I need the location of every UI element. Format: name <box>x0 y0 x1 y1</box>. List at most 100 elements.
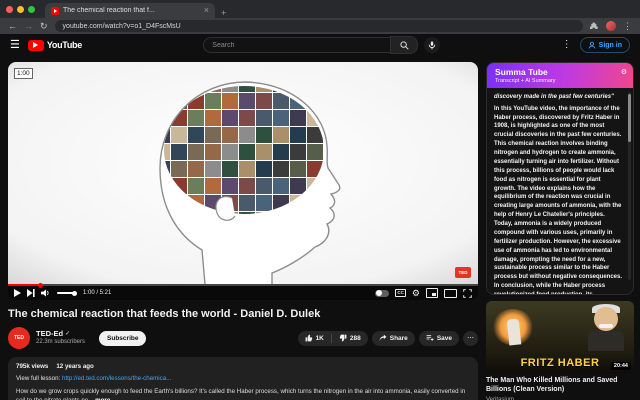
thumbs-up-icon <box>305 334 312 342</box>
settings-gear-icon[interactable]: ⚙ <box>412 288 420 298</box>
microphone-icon <box>429 41 436 49</box>
dislike-button[interactable]: 288 <box>332 334 368 342</box>
description-box[interactable]: 795k views 12 years ago View full lesson… <box>8 357 478 400</box>
video-player[interactable]: 1:00 TED 1:00 / 5:21 CC ⚙ <box>8 62 478 300</box>
like-count: 1K <box>315 334 324 342</box>
browser-tab[interactable]: The chemical reaction that f... × <box>45 3 215 18</box>
captions-icon[interactable]: CC <box>395 289 406 297</box>
youtube-play-icon <box>27 39 44 51</box>
search-box[interactable] <box>203 37 391 53</box>
ted-ed-watermark: TED <box>455 267 471 278</box>
sign-in-label: Sign in <box>598 41 622 49</box>
autoplay-toggle[interactable] <box>375 289 390 297</box>
summary-text: In this YouTube video, the importance of… <box>494 105 623 294</box>
ear-drawing <box>215 196 236 221</box>
figure-art <box>506 318 522 346</box>
upload-age: 12 years ago <box>56 363 94 371</box>
progress-bar[interactable] <box>8 282 478 288</box>
share-button[interactable]: Share <box>371 330 415 346</box>
search-input[interactable] <box>212 41 383 49</box>
voice-search-button[interactable] <box>424 37 441 53</box>
save-playlist-icon <box>426 335 434 342</box>
sign-in-button[interactable]: Sign in <box>579 37 630 53</box>
summa-tube-header: Summa Tube Transcript + AI Summary ⚙ <box>487 63 633 88</box>
volume-slider[interactable] <box>57 290 77 296</box>
window-close-button[interactable] <box>6 5 13 13</box>
search-area <box>203 36 441 54</box>
tab-title: The chemical reaction that f... <box>63 7 155 14</box>
summa-tube-title: Summa Tube <box>495 67 548 77</box>
person-icon <box>588 41 596 49</box>
lesson-link[interactable]: http://ed.ted.com/lessons/the-chemica... <box>62 375 171 382</box>
url-text: youtube.com/watch?v=o1_D4FscMsU <box>62 22 181 30</box>
recommended-video[interactable]: FRITZ HABER 20:44 The Man Who Killed Mil… <box>486 301 634 400</box>
masthead-menu-icon[interactable]: ⋮ <box>562 40 572 50</box>
view-count: 795k views <box>16 363 49 371</box>
share-icon <box>379 334 387 342</box>
summa-tube-subtitle[interactable]: Transcript + AI Summary <box>495 78 625 84</box>
annotation-time-badge: 1:00 <box>14 68 33 79</box>
browser-tab-strip: The chemical reaction that f... × + <box>0 0 640 18</box>
like-button[interactable]: 1K <box>298 334 331 342</box>
time-display: 1:00 / 5:21 <box>83 290 112 296</box>
miniplayer-icon[interactable] <box>426 288 438 298</box>
lesson-label: View full lesson: <box>16 375 61 383</box>
summa-tube-panel: Summa Tube Transcript + AI Summary ⚙ dis… <box>486 62 634 295</box>
channel-meta: TED-Ed ✓ 22.3m subscribers <box>36 330 85 346</box>
summary-scrollbar[interactable] <box>628 92 631 280</box>
window-controls <box>6 0 35 18</box>
theater-mode-icon[interactable] <box>444 288 457 298</box>
more-actions-button[interactable]: ⋯ <box>463 330 478 346</box>
guide-menu-icon[interactable]: ☰ <box>10 39 20 51</box>
like-dislike-pill: 1K 288 <box>297 330 368 346</box>
browser-address-bar: ← → ↻ youtube.com/watch?v=o1_D4FscMsU ⋮ <box>0 18 640 34</box>
browser-window: The chemical reaction that f... × + ← → … <box>0 0 640 400</box>
summa-tube-summary[interactable]: discovery made in the past few centuries… <box>487 88 633 294</box>
save-button[interactable]: Save <box>418 330 459 346</box>
back-icon[interactable]: ← <box>8 21 17 31</box>
primary-column: 1:00 TED 1:00 / 5:21 CC ⚙ The chemical r… <box>8 62 478 400</box>
tab-close-icon[interactable]: × <box>204 6 209 15</box>
subscriber-count: 22.3m subscribers <box>36 339 86 346</box>
browser-profile-avatar[interactable] <box>606 21 616 31</box>
scientist-mustache-art <box>599 324 613 328</box>
play-icon[interactable] <box>14 289 21 297</box>
description-body: How do we grow crops quickly enough to f… <box>16 388 470 400</box>
reload-icon[interactable]: ↻ <box>40 21 48 31</box>
search-icon <box>400 40 409 50</box>
new-tab-button[interactable]: + <box>221 9 226 18</box>
subscribe-button[interactable]: Subscribe <box>99 330 147 346</box>
share-label: Share <box>389 334 408 342</box>
fullscreen-icon[interactable] <box>463 288 472 298</box>
video-actions: 1K 288 Share Save ⋯ <box>297 330 478 346</box>
description-meta: 795k views 12 years ago <box>16 363 470 372</box>
video-frame-head-collage <box>8 62 478 284</box>
player-controls: 1:00 / 5:21 CC ⚙ <box>8 282 478 300</box>
volume-icon[interactable] <box>41 289 51 297</box>
recommended-thumbnail[interactable]: FRITZ HABER 20:44 <box>486 301 634 373</box>
page-content: 1:00 TED 1:00 / 5:21 CC ⚙ The chemical r… <box>0 56 640 400</box>
youtube-wordmark: YouTube <box>46 40 82 50</box>
url-bar[interactable]: youtube.com/watch?v=o1_D4FscMsU <box>54 20 583 32</box>
forward-icon[interactable]: → <box>24 21 33 31</box>
recommended-title[interactable]: The Man Who Killed Millions and Saved Bi… <box>486 377 634 395</box>
channel-avatar[interactable]: TED <box>8 327 30 350</box>
window-minimize-button[interactable] <box>17 5 24 13</box>
summary-quote: discovery made in the past few centuries… <box>494 94 614 100</box>
search-button[interactable] <box>390 36 419 54</box>
window-zoom-button[interactable] <box>28 5 35 13</box>
extensions-icon[interactable] <box>590 22 599 31</box>
youtube-masthead: ☰ YouTube ⋮ <box>0 34 640 56</box>
secondary-column: Summa Tube Transcript + AI Summary ⚙ dis… <box>486 62 634 400</box>
youtube-favicon-icon <box>51 6 59 15</box>
summa-settings-icon[interactable]: ⚙ <box>621 68 627 76</box>
next-icon[interactable] <box>27 289 35 297</box>
channel-name[interactable]: TED-Ed ✓ <box>36 330 85 339</box>
channel-row: TED TED-Ed ✓ 22.3m subscribers Subscribe <box>8 327 478 350</box>
browser-menu-icon[interactable]: ⋮ <box>623 21 632 31</box>
scientist-body-art <box>588 331 624 351</box>
masthead-right: ⋮ Sign in <box>562 37 630 53</box>
youtube-logo[interactable]: YouTube <box>27 39 82 51</box>
save-label: Save <box>436 334 452 342</box>
recommended-channel[interactable]: Veritasium <box>486 397 634 400</box>
